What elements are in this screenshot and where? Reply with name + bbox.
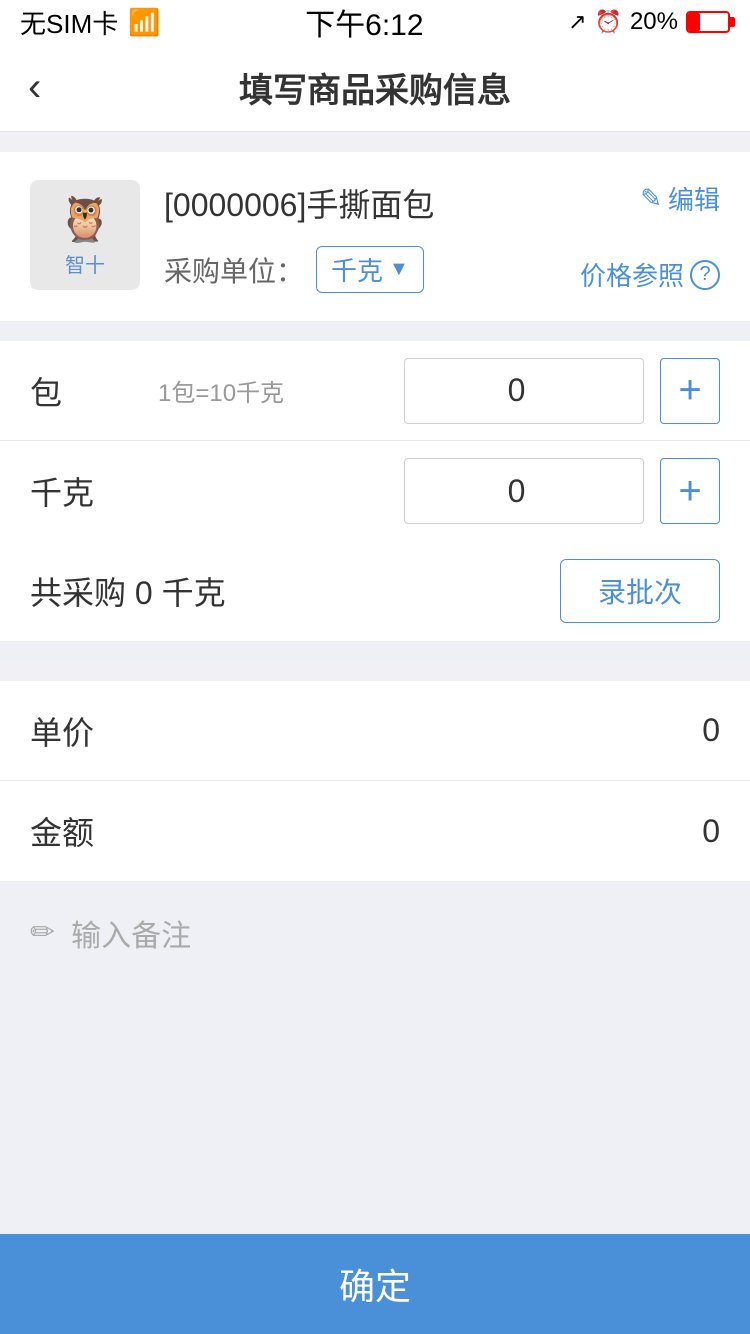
notes-placeholder: 输入备注 <box>71 911 191 955</box>
back-button[interactable]: ‹ <box>28 65 41 110</box>
pack-label: 包 <box>30 368 150 414</box>
batch-button[interactable]: 录批次 <box>560 559 720 623</box>
edit-button[interactable]: ✎ 编辑 <box>640 180 720 217</box>
confirm-button[interactable]: 确定 <box>0 1234 750 1334</box>
price-ref-label: 价格参照 <box>580 256 684 293</box>
unit-price-row: 单价 0 <box>0 681 750 781</box>
battery-icon <box>686 11 730 33</box>
status-time: 下午6:12 <box>305 0 423 44</box>
pack-input-row: 包 1包=10千克 + <box>0 341 750 441</box>
kg-field-wrap: + <box>150 458 720 524</box>
section-separator-2 <box>0 641 750 661</box>
kg-input[interactable] <box>404 458 644 524</box>
product-name: [0000006]手撕面包 <box>164 180 720 226</box>
brand-text: 智十 <box>65 249 105 278</box>
pack-field-wrap: + <box>284 358 720 424</box>
unit-arrow: ▼ <box>389 258 409 281</box>
back-icon: ‹ <box>28 65 41 109</box>
alarm-icon: ⏰ <box>595 9 622 35</box>
unit-price-value: 0 <box>702 712 720 749</box>
status-right: ↗ ⏰ 20% <box>568 8 730 36</box>
amount-row: 金额 0 <box>0 781 750 881</box>
product-image: 🦉 智十 <box>30 180 140 290</box>
owl-icon: 🦉 <box>58 193 113 245</box>
unit-label: 采购单位： <box>164 250 304 290</box>
help-icon: ? <box>690 260 720 290</box>
kg-input-row: 千克 + <box>0 441 750 541</box>
price-section: 单价 0 金额 0 <box>0 681 750 881</box>
pencil-icon: ✏ <box>30 915 55 950</box>
unit-value: 千克 <box>331 251 383 288</box>
kg-plus-button[interactable]: + <box>660 458 720 524</box>
input-section: 包 1包=10千克 + 千克 + <box>0 341 750 541</box>
location-icon: ↗ <box>568 9 586 35</box>
pack-input[interactable] <box>404 358 644 424</box>
summary-text: 共采购 0 千克 <box>30 568 226 614</box>
page-title: 填写商品采购信息 <box>239 63 511 112</box>
status-left: 无SIM卡 📶 <box>20 4 161 41</box>
status-bar: 无SIM卡 📶 下午6:12 ↗ ⏰ 20% <box>0 0 750 44</box>
carrier-label: 无SIM卡 <box>20 4 118 41</box>
amount-label: 金额 <box>30 808 94 854</box>
unit-select[interactable]: 千克 ▼ <box>316 246 424 293</box>
edit-label: 编辑 <box>668 180 720 217</box>
amount-value: 0 <box>702 813 720 850</box>
edit-icon: ✎ <box>640 183 662 214</box>
pack-sublabel: 1包=10千克 <box>158 373 284 408</box>
battery-percent: 20% <box>630 8 678 36</box>
notes-section[interactable]: ✏ 输入备注 <box>0 881 750 985</box>
pack-plus-button[interactable]: + <box>660 358 720 424</box>
wifi-icon: 📶 <box>128 7 160 38</box>
summary-row: 共采购 0 千克 录批次 <box>0 541 750 641</box>
nav-bar: ‹ 填写商品采购信息 <box>0 44 750 132</box>
kg-label: 千克 <box>30 468 150 514</box>
price-reference-button[interactable]: 价格参照 ? <box>580 256 720 293</box>
section-separator-1 <box>0 321 750 341</box>
product-card: 🦉 智十 [0000006]手撕面包 采购单位： 千克 ▼ ✎ 编辑 价格参照 … <box>0 152 750 321</box>
unit-price-label: 单价 <box>30 708 94 754</box>
